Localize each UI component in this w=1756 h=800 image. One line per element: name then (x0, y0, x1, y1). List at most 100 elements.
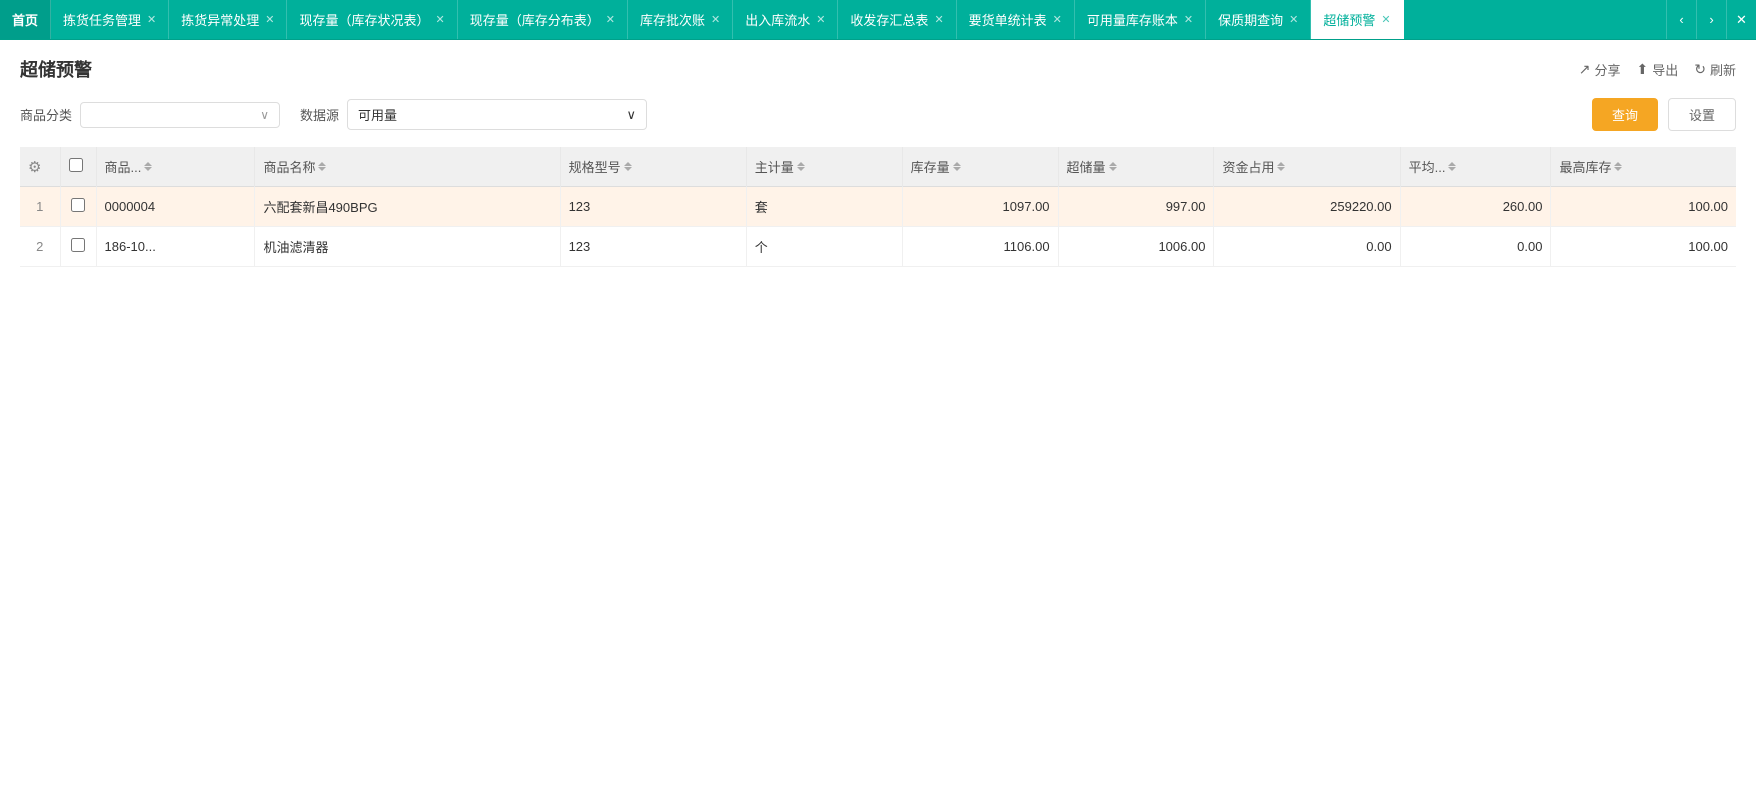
select-all-checkbox[interactable] (69, 158, 83, 172)
sort-icon-name (318, 162, 326, 171)
row-over: 997.00 (1058, 187, 1214, 227)
sort-icon-spec (624, 162, 632, 171)
nav-tab-tab-kucun[interactable]: 库存批次账✕ (628, 0, 733, 39)
share-icon: ↗ (1579, 61, 1591, 78)
datasource-label: 数据源 (300, 105, 339, 124)
row-unit: 套 (746, 187, 902, 227)
export-button[interactable]: ⬆ 导出 (1637, 60, 1679, 79)
sort-icon-max (1614, 162, 1622, 171)
close-icon[interactable]: ✕ (606, 13, 615, 26)
refresh-button[interactable]: ↻ 刷新 (1694, 60, 1736, 79)
datasource-filter-group: 数据源 可用量 ∨ (300, 99, 647, 130)
col-max-sort[interactable]: 最高库存 (1559, 157, 1622, 176)
nav-home[interactable]: 首页 (0, 0, 51, 39)
col-max-header[interactable]: 最高库存 (1551, 147, 1736, 187)
col-code-header[interactable]: 商品... (96, 147, 255, 187)
col-stock-header[interactable]: 库存量 (902, 147, 1058, 187)
row-spec: 123 (560, 187, 746, 227)
row-checkbox-cell[interactable] (60, 187, 96, 227)
export-icon: ⬆ (1637, 61, 1649, 78)
close-icon[interactable]: ✕ (1381, 13, 1390, 26)
row-unit: 个 (746, 227, 902, 267)
nav-tab-tab-chaochuyujing[interactable]: 超储预警✕ (1311, 0, 1403, 39)
row-capital: 0.00 (1214, 227, 1400, 267)
col-gear-header[interactable]: ⚙ (20, 147, 60, 187)
category-chevron-down-icon: ∨ (260, 108, 269, 122)
col-code-sort[interactable]: 商品... (105, 157, 153, 176)
close-icon[interactable]: ✕ (436, 13, 445, 26)
col-spec-header[interactable]: 规格型号 (560, 147, 746, 187)
close-icon[interactable]: ✕ (1053, 13, 1062, 26)
data-table: ⚙ 商品... 商品名称 (20, 147, 1736, 267)
close-icon[interactable]: ✕ (147, 13, 156, 26)
row-name: 六配套新昌490BPG (255, 187, 560, 227)
sort-icon-stock (953, 162, 961, 171)
nav-tab-tab-keyong[interactable]: 可用量库存账本✕ (1075, 0, 1206, 39)
table-header-row: ⚙ 商品... 商品名称 (20, 147, 1736, 187)
settings-button[interactable]: 设置 (1668, 98, 1736, 131)
close-icon[interactable]: ✕ (1184, 13, 1193, 26)
row-max: 100.00 (1551, 227, 1736, 267)
col-capital-header[interactable]: 资金占用 (1214, 147, 1400, 187)
row-stock: 1106.00 (902, 227, 1058, 267)
filter-row: 商品分类 ∨ 数据源 可用量 ∨ 查询 设置 (20, 98, 1736, 131)
nav-arrow-left[interactable]: ‹ (1666, 0, 1696, 40)
col-over-sort[interactable]: 超储量 (1067, 157, 1117, 176)
col-spec-sort[interactable]: 规格型号 (569, 157, 632, 176)
nav-tab-tab-churushu[interactable]: 出入库流水✕ (733, 0, 838, 39)
row-over: 1006.00 (1058, 227, 1214, 267)
row-max: 100.00 (1551, 187, 1736, 227)
nav-arrow-right[interactable]: › (1696, 0, 1726, 40)
col-unit-sort[interactable]: 主计量 (755, 157, 805, 176)
col-capital-sort[interactable]: 资金占用 (1222, 157, 1285, 176)
row-code: 186-10... (96, 227, 255, 267)
row-avg: 0.00 (1400, 227, 1551, 267)
sort-icon-code (144, 162, 152, 171)
col-name-header[interactable]: 商品名称 (255, 147, 560, 187)
filter-actions: 查询 设置 (1592, 98, 1736, 131)
row-checkbox-cell[interactable] (60, 227, 96, 267)
nav-tab-tab-xczl[interactable]: 现存量（库存状况表）✕ (287, 0, 457, 39)
close-icon[interactable]: ✕ (816, 13, 825, 26)
row-spec: 123 (560, 227, 746, 267)
row-stock: 1097.00 (902, 187, 1058, 227)
share-button[interactable]: ↗ 分享 (1579, 60, 1621, 79)
nav-tab-tab-lhyc[interactable]: 拣货异常处理✕ (169, 0, 287, 39)
col-over-header[interactable]: 超储量 (1058, 147, 1214, 187)
close-icon[interactable]: ✕ (265, 13, 274, 26)
col-name-sort[interactable]: 商品名称 (263, 157, 326, 176)
refresh-icon: ↻ (1694, 61, 1706, 78)
col-avg-sort[interactable]: 平均... (1409, 157, 1457, 176)
nav-tab-tab-baozhi[interactable]: 保质期查询✕ (1206, 0, 1311, 39)
row-name: 机油滤清器 (255, 227, 560, 267)
nav-tab-tab-lhgl[interactable]: 拣货任务管理✕ (51, 0, 169, 39)
col-unit-header[interactable]: 主计量 (746, 147, 902, 187)
table-row: 1 0000004 六配套新昌490BPG 123 套 1097.00 997.… (20, 187, 1736, 227)
row-checkbox[interactable] (71, 238, 85, 252)
nav-arrows: ‹ › ✕ (1666, 0, 1756, 40)
row-checkbox[interactable] (71, 198, 85, 212)
category-filter-group: 商品分类 ∨ (20, 102, 280, 128)
nav-tab-tab-xcfb[interactable]: 现存量（库存分布表）✕ (458, 0, 628, 39)
gear-icon[interactable]: ⚙ (28, 158, 41, 176)
page-header: 超储预警 ↗ 分享 ⬆ 导出 ↻ 刷新 (20, 56, 1736, 82)
col-checkbox-header[interactable] (60, 147, 96, 187)
sort-icon-avg (1448, 162, 1456, 171)
close-icon[interactable]: ✕ (711, 13, 720, 26)
page-title: 超储预警 (20, 56, 92, 82)
datasource-select[interactable]: 可用量 ∨ (347, 99, 647, 130)
nav-tab-tab-yaohuo[interactable]: 要货单统计表✕ (957, 0, 1075, 39)
table-row: 2 186-10... 机油滤清器 123 个 1106.00 1006.00 … (20, 227, 1736, 267)
header-actions: ↗ 分享 ⬆ 导出 ↻ 刷新 (1579, 60, 1736, 79)
category-select[interactable]: ∨ (80, 102, 280, 128)
col-stock-sort[interactable]: 库存量 (911, 157, 961, 176)
nav-close[interactable]: ✕ (1726, 0, 1756, 40)
datasource-chevron-down-icon: ∨ (627, 107, 637, 123)
query-button[interactable]: 查询 (1592, 98, 1658, 131)
close-icon[interactable]: ✕ (1289, 13, 1298, 26)
close-icon[interactable]: ✕ (934, 13, 943, 26)
sort-icon-capital (1277, 162, 1285, 171)
col-avg-header[interactable]: 平均... (1400, 147, 1551, 187)
sort-icon-unit (797, 162, 805, 171)
nav-tab-tab-shoudafa[interactable]: 收发存汇总表✕ (838, 0, 956, 39)
